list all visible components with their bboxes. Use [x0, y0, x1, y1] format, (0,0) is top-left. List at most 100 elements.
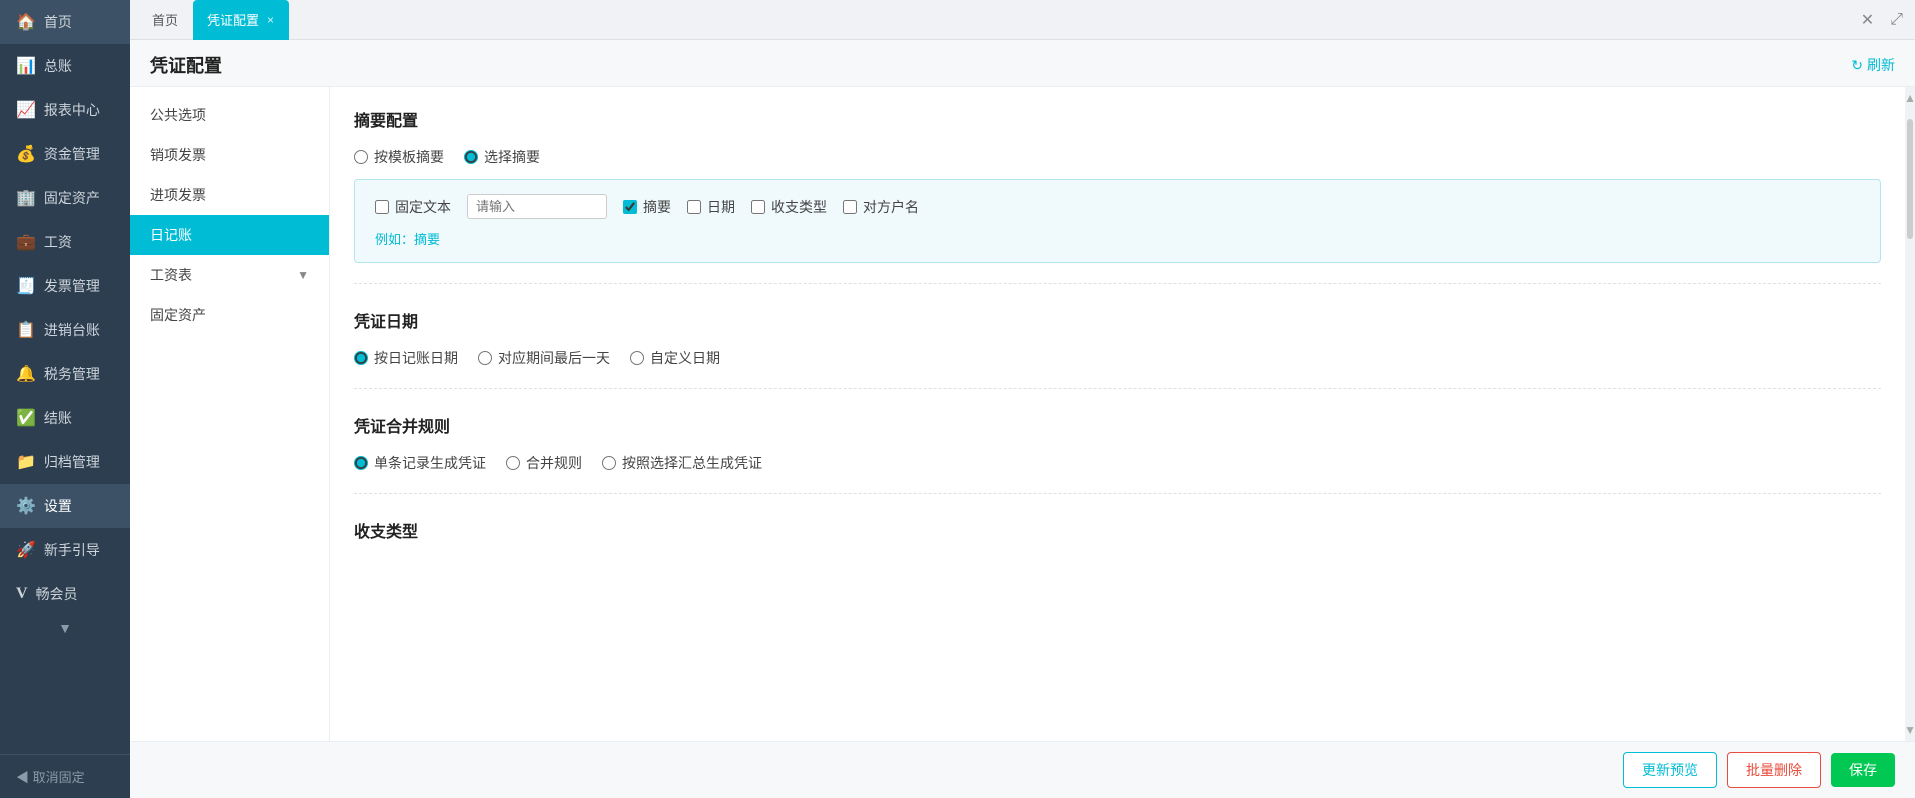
- refresh-icon: ↻: [1851, 57, 1863, 74]
- checkbox-summary[interactable]: 摘要: [623, 197, 671, 217]
- checkbox-income-type[interactable]: 收支类型: [751, 197, 827, 217]
- sidebar-item-payroll[interactable]: 💼 工资: [0, 220, 130, 264]
- scroll-up-button[interactable]: ▲: [1904, 87, 1915, 109]
- merge-radio-rule-input[interactable]: [506, 456, 520, 470]
- report-icon: 📈: [16, 100, 36, 120]
- content-layout: 公共选项 销项发票 进项发票 日记账 工资表 ▼ 固定资产: [130, 87, 1915, 741]
- sidebar-item-close[interactable]: ✅ 结账: [0, 396, 130, 440]
- summary-radio-select[interactable]: 选择摘要: [464, 147, 540, 167]
- date-radio-journal[interactable]: 按日记账日期: [354, 348, 458, 368]
- scroll-down-button[interactable]: ▼: [1904, 719, 1915, 741]
- tab-home[interactable]: 首页: [138, 0, 193, 40]
- merge-radio-single-input[interactable]: [354, 456, 368, 470]
- left-nav-sales-invoice[interactable]: 销项发票: [130, 135, 329, 175]
- checkbox-summary-input[interactable]: [623, 200, 637, 214]
- sidebar: 🏠 首页 📊 总账 📈 报表中心 💰 资金管理 🏢 固定资产 💼 工资 🧾 发票…: [0, 0, 130, 798]
- refresh-button[interactable]: ↻ 刷新: [1851, 55, 1895, 75]
- close-acct-icon: ✅: [16, 408, 36, 428]
- tab-voucher-config[interactable]: 凭证配置 ×: [193, 0, 289, 40]
- payroll-icon: 💼: [16, 232, 36, 252]
- checkbox-date[interactable]: 日期: [687, 197, 735, 217]
- sidebar-item-settings[interactable]: ⚙️ 设置: [0, 484, 130, 528]
- summary-config-box: 固定文本 摘要 日期: [354, 179, 1881, 263]
- update-preview-button[interactable]: 更新预览: [1623, 752, 1717, 788]
- assets-icon: 🏢: [16, 188, 36, 208]
- footer-bar: 更新预览 批量删除 保存: [130, 741, 1915, 798]
- summary-radio-template[interactable]: 按模板摘要: [354, 147, 444, 167]
- date-section-title: 凭证日期: [354, 308, 1881, 332]
- summary-section-title: 摘要配置: [354, 107, 1881, 131]
- page-header: 凭证配置 ↻ 刷新: [130, 40, 1915, 87]
- date-radio-last-day[interactable]: 对应期间最后一天: [478, 348, 610, 368]
- fixed-text-input[interactable]: [467, 194, 607, 219]
- sidebar-item-archive[interactable]: 📁 归档管理: [0, 440, 130, 484]
- main-area: 首页 凭证配置 × ✕ ⤢ 凭证配置 ↻ 刷新 公共选项: [130, 0, 1915, 798]
- sidebar-item-home[interactable]: 🏠 首页: [0, 0, 130, 44]
- sidebar-unpin-button[interactable]: ◀ 取消固定: [0, 754, 130, 798]
- checkbox-date-input[interactable]: [687, 200, 701, 214]
- summary-radio-select-input[interactable]: [464, 150, 478, 164]
- left-nav-payroll-table[interactable]: 工资表 ▼: [130, 255, 329, 295]
- sidebar-item-sales-ledger[interactable]: 📋 进销台账: [0, 308, 130, 352]
- invoice-mgmt-icon: 🧾: [16, 276, 36, 296]
- page-title: 凭证配置: [150, 52, 222, 78]
- sidebar-item-ledger[interactable]: 📊 总账: [0, 44, 130, 88]
- summary-radio-template-input[interactable]: [354, 150, 368, 164]
- tax-icon: 🔔: [16, 364, 36, 384]
- window-maximize-button[interactable]: ⤢: [1886, 9, 1907, 31]
- date-radio-custom-input[interactable]: [630, 351, 644, 365]
- left-nav: 公共选项 销项发票 进项发票 日记账 工资表 ▼ 固定资产: [130, 87, 330, 741]
- date-radio-group: 按日记账日期 对应期间最后一天 自定义日期: [354, 348, 1881, 368]
- merge-radio-select-input[interactable]: [602, 456, 616, 470]
- income-type-section-title: 收支类型: [354, 518, 1881, 542]
- right-content: 摘要配置 按模板摘要 选择摘要: [330, 87, 1905, 741]
- home-icon: 🏠: [16, 12, 36, 32]
- sales-ledger-icon: 📋: [16, 320, 36, 340]
- guide-icon: 🚀: [16, 540, 36, 560]
- left-nav-fixed-assets[interactable]: 固定资产: [130, 295, 329, 335]
- merge-radio-select[interactable]: 按照选择汇总生成凭证: [602, 453, 762, 473]
- scroll-thumb[interactable]: [1907, 119, 1913, 239]
- date-section: 凭证日期 按日记账日期 对应期间最后一天 自定义日期: [354, 308, 1881, 389]
- sidebar-item-invoice-mgmt[interactable]: 🧾 发票管理: [0, 264, 130, 308]
- summary-example: 例如：摘要: [375, 229, 1860, 248]
- merge-section: 凭证合并规则 单条记录生成凭证 合并规则 按照选择汇总生成凭证: [354, 413, 1881, 494]
- merge-radio-single[interactable]: 单条记录生成凭证: [354, 453, 486, 473]
- sidebar-scroll-down[interactable]: ▼: [0, 616, 130, 640]
- scrollbar-track[interactable]: ▲ ▼: [1905, 87, 1915, 741]
- checkbox-counterparty[interactable]: 对方户名: [843, 197, 919, 217]
- date-radio-custom[interactable]: 自定义日期: [630, 348, 720, 368]
- checkbox-fixed-text[interactable]: 固定文本: [375, 197, 451, 217]
- tab-close-button[interactable]: ×: [267, 13, 274, 27]
- tab-bar-actions: ✕ ⤢: [1857, 8, 1907, 32]
- summary-radio-group: 按模板摘要 选择摘要: [354, 147, 1881, 167]
- income-type-section: 收支类型: [354, 518, 1881, 578]
- date-radio-journal-input[interactable]: [354, 351, 368, 365]
- chevron-down-icon: ▼: [297, 268, 309, 282]
- save-button[interactable]: 保存: [1831, 753, 1895, 787]
- checkbox-fixed-text-input[interactable]: [375, 200, 389, 214]
- left-nav-journal[interactable]: 日记账: [130, 215, 329, 255]
- batch-delete-button[interactable]: 批量删除: [1727, 752, 1821, 788]
- merge-section-title: 凭证合并规则: [354, 413, 1881, 437]
- checkbox-counterparty-input[interactable]: [843, 200, 857, 214]
- page-content: 凭证配置 ↻ 刷新 公共选项 销项发票 进项发票 日记账: [130, 40, 1915, 798]
- left-nav-purchase-invoice[interactable]: 进项发票: [130, 175, 329, 215]
- merge-radio-rule[interactable]: 合并规则: [506, 453, 582, 473]
- date-radio-last-day-input[interactable]: [478, 351, 492, 365]
- sidebar-item-assets[interactable]: 🏢 固定资产: [0, 176, 130, 220]
- sidebar-item-tax[interactable]: 🔔 税务管理: [0, 352, 130, 396]
- window-close-button[interactable]: ✕: [1857, 8, 1878, 32]
- sidebar-item-report[interactable]: 📈 报表中心: [0, 88, 130, 132]
- archive-icon: 📁: [16, 452, 36, 472]
- sidebar-item-guide[interactable]: 🚀 新手引导: [0, 528, 130, 572]
- summary-section: 摘要配置 按模板摘要 选择摘要: [354, 107, 1881, 284]
- tab-bar: 首页 凭证配置 × ✕ ⤢: [130, 0, 1915, 40]
- checkbox-income-type-input[interactable]: [751, 200, 765, 214]
- sidebar-item-capital[interactable]: 💰 资金管理: [0, 132, 130, 176]
- merge-radio-group: 单条记录生成凭证 合并规则 按照选择汇总生成凭证: [354, 453, 1881, 473]
- sidebar-item-vip[interactable]: V 畅会员: [0, 572, 130, 616]
- settings-icon: ⚙️: [16, 496, 36, 516]
- summary-checkbox-row: 固定文本 摘要 日期: [375, 194, 1860, 219]
- left-nav-public[interactable]: 公共选项: [130, 95, 329, 135]
